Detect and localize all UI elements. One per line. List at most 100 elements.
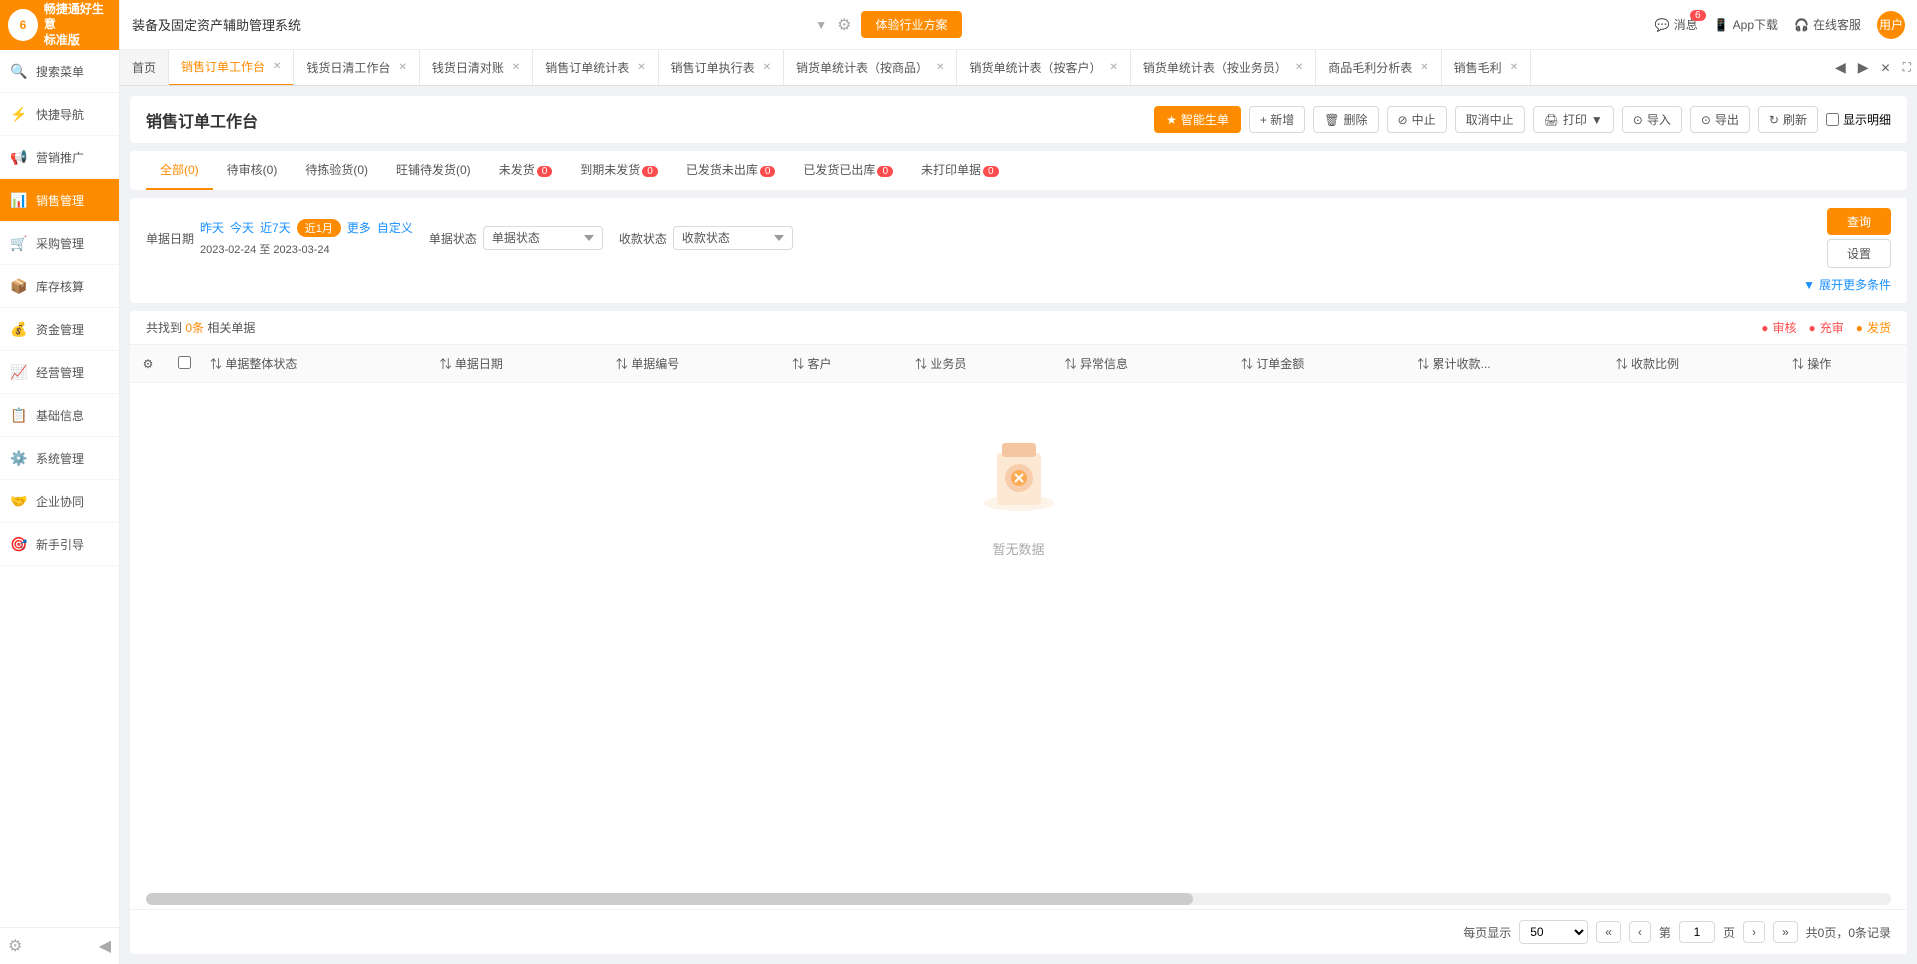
tab-3[interactable]: 钱货日清对账✕ <box>420 50 533 86</box>
select-all-checkbox[interactable] <box>178 356 191 369</box>
filter-date-more[interactable]: 更多 <box>347 219 371 237</box>
gear-icon[interactable]: ⚙ <box>837 15 851 35</box>
dropdown-icon[interactable]: ▼ <box>815 18 827 32</box>
tab-next-btn[interactable]: ▶ <box>1852 59 1875 76</box>
delete-btn[interactable]: 🗑 删除 <box>1313 106 1378 133</box>
sub-tab-6[interactable]: 已发货未出库0 <box>672 151 790 190</box>
sidebar-item-搜索菜单[interactable]: 🔍搜索菜单 <box>0 50 119 93</box>
col-sort-icon-0[interactable]: ⇅ <box>210 357 222 371</box>
sub-tab-7[interactable]: 已发货已出库0 <box>789 151 907 190</box>
sidebar-item-库存核算[interactable]: 📦库存核算 <box>0 265 119 308</box>
sidebar-item-资金管理[interactable]: 💰资金管理 <box>0 308 119 351</box>
industry-btn[interactable]: 体验行业方案 <box>861 11 961 38</box>
import-btn[interactable]: ⊙ 导入 <box>1622 106 1682 133</box>
sidebar-item-销售管理[interactable]: 📊销售管理 <box>0 179 119 222</box>
message-btn[interactable]: 💬 消息 6 <box>1655 16 1698 33</box>
per-page-select[interactable]: 50 10 20 100 <box>1519 920 1588 944</box>
add-btn[interactable]: + 新增 <box>1249 106 1305 133</box>
sidebar-item-营销推广[interactable]: 📢营销推广 <box>0 136 119 179</box>
table-action-1[interactable]: ● 充审 <box>1808 319 1843 336</box>
table-action-2[interactable]: ● 发货 <box>1856 319 1891 336</box>
filter-payment-select[interactable]: 收款状态 <box>673 226 793 250</box>
last-page-btn[interactable]: » <box>1773 921 1798 943</box>
filter-date-custom[interactable]: 自定义 <box>377 219 413 237</box>
col-sort-icon-1[interactable]: ⇅ <box>440 357 452 371</box>
tab-close-4[interactable]: ✕ <box>637 62 645 73</box>
sidebar-item-快捷导航[interactable]: ⚡快捷导航 <box>0 93 119 136</box>
tab-close-3[interactable]: ✕ <box>512 62 520 73</box>
tab-prev-btn[interactable]: ◀ <box>1829 59 1852 76</box>
sub-tab-4[interactable]: 未发货0 <box>485 151 567 190</box>
tab-10[interactable]: 销售毛利✕ <box>1442 50 1531 86</box>
scrollbar-thumb[interactable] <box>146 893 1193 905</box>
col-sort-icon-3[interactable]: ⇅ <box>792 357 804 371</box>
col-sort-icon-4[interactable]: ⇅ <box>915 357 927 371</box>
settings-col-icon[interactable]: ⚙ <box>143 357 154 371</box>
sub-tab-3[interactable]: 旺铺待发货(0) <box>382 151 485 190</box>
sidebar-item-新手引导[interactable]: 🎯新手引导 <box>0 523 119 566</box>
app-download-btn[interactable]: 📱 App下载 <box>1714 16 1778 33</box>
col-sort-icon-8[interactable]: ⇅ <box>1616 357 1628 371</box>
sidebar-item-经营管理[interactable]: 📈经营管理 <box>0 351 119 394</box>
print-btn[interactable]: 🖨 打印 ▼ <box>1533 106 1614 133</box>
next-page-btn[interactable]: › <box>1743 921 1765 943</box>
tab-close-9[interactable]: ✕ <box>1420 62 1428 73</box>
tab-0[interactable]: 首页 <box>120 50 169 86</box>
tab-1[interactable]: 销售订单工作台✕ <box>169 50 294 86</box>
show-detail-checkbox[interactable]: 显示明细 <box>1826 111 1891 128</box>
tab-close-all-btn[interactable]: ✕ <box>1875 61 1897 75</box>
tab-6[interactable]: 销货单统计表（按商品）✕ <box>784 50 957 86</box>
online-service-btn[interactable]: 🎧 在线客服 <box>1794 16 1861 33</box>
filter-date-7days[interactable]: 近7天 <box>260 219 291 237</box>
col-sort-icon-6[interactable]: ⇅ <box>1241 357 1253 371</box>
filter-date-yesterday[interactable]: 昨天 <box>200 219 224 237</box>
sidebar-item-企业协同[interactable]: 🤝企业协同 <box>0 480 119 523</box>
col-sort-icon-9[interactable]: ⇅ <box>1792 357 1804 371</box>
horizontal-scrollbar[interactable] <box>146 893 1891 905</box>
sub-tab-2[interactable]: 待拣验货(0) <box>291 151 382 190</box>
tab-close-2[interactable]: ✕ <box>398 62 406 73</box>
sub-tab-8[interactable]: 未打印单据0 <box>907 151 1013 190</box>
tab-close-8[interactable]: ✕ <box>1295 62 1303 73</box>
tab-close-10[interactable]: ✕ <box>1510 62 1518 73</box>
tab-2[interactable]: 钱货日清工作台✕ <box>294 50 419 86</box>
tab-4[interactable]: 销售订单统计表✕ <box>533 50 658 86</box>
expand-more-btn[interactable]: ▼ 展开更多条件 <box>1803 276 1891 293</box>
tab-close-7[interactable]: ✕ <box>1109 62 1117 73</box>
page-input[interactable] <box>1679 921 1715 943</box>
collapse-icon[interactable]: ◀ <box>99 936 111 956</box>
table-action-0[interactable]: ● 审核 <box>1761 319 1796 336</box>
export-btn[interactable]: ⊙ 导出 <box>1690 106 1750 133</box>
tab-7[interactable]: 销货单统计表（按客户）✕ <box>957 50 1130 86</box>
first-page-btn[interactable]: « <box>1596 921 1621 943</box>
tab-5[interactable]: 销售订单执行表✕ <box>659 50 784 86</box>
col-sort-icon-5[interactable]: ⇅ <box>1065 357 1077 371</box>
stop-btn[interactable]: ⊘ 中止 <box>1387 106 1447 133</box>
prev-page-btn[interactable]: ‹ <box>1629 921 1651 943</box>
refresh-btn[interactable]: ↻ 刷新 <box>1758 106 1818 133</box>
user-menu[interactable]: 用户 <box>1877 11 1905 39</box>
filter-date-today[interactable]: 今天 <box>230 219 254 237</box>
filter-status-select[interactable]: 单据状态 <box>483 226 603 250</box>
query-btn[interactable]: 查询 <box>1827 208 1891 235</box>
cancel-stop-btn[interactable]: 取消中止 <box>1455 106 1525 133</box>
sub-tab-1[interactable]: 待审核(0) <box>213 151 292 190</box>
sub-tab-5[interactable]: 到期未发货0 <box>566 151 672 190</box>
show-detail-input[interactable] <box>1826 113 1839 126</box>
smart-btn[interactable]: ★ 智能生单 <box>1154 106 1241 133</box>
set-btn[interactable]: 设置 <box>1827 239 1891 268</box>
col-select-all[interactable] <box>166 345 202 383</box>
filter-date-1month[interactable]: 近1月 <box>297 219 341 237</box>
tab-close-1[interactable]: ✕ <box>273 61 281 72</box>
tab-8[interactable]: 销货单统计表（按业务员）✕ <box>1131 50 1316 86</box>
sub-tab-0[interactable]: 全部(0) <box>146 151 213 190</box>
sidebar-item-基础信息[interactable]: 📋基础信息 <box>0 394 119 437</box>
tab-close-6[interactable]: ✕ <box>936 62 944 73</box>
tab-close-5[interactable]: ✕ <box>763 62 771 73</box>
settings-icon[interactable]: ⚙ <box>8 936 22 956</box>
col-sort-icon-2[interactable]: ⇅ <box>616 357 628 371</box>
col-sort-icon-7[interactable]: ⇅ <box>1417 357 1429 371</box>
tab-9[interactable]: 商品毛利分析表✕ <box>1316 50 1441 86</box>
sidebar-item-系统管理[interactable]: ⚙️系统管理 <box>0 437 119 480</box>
tab-expand-btn[interactable]: ⛶ <box>1897 60 1917 75</box>
